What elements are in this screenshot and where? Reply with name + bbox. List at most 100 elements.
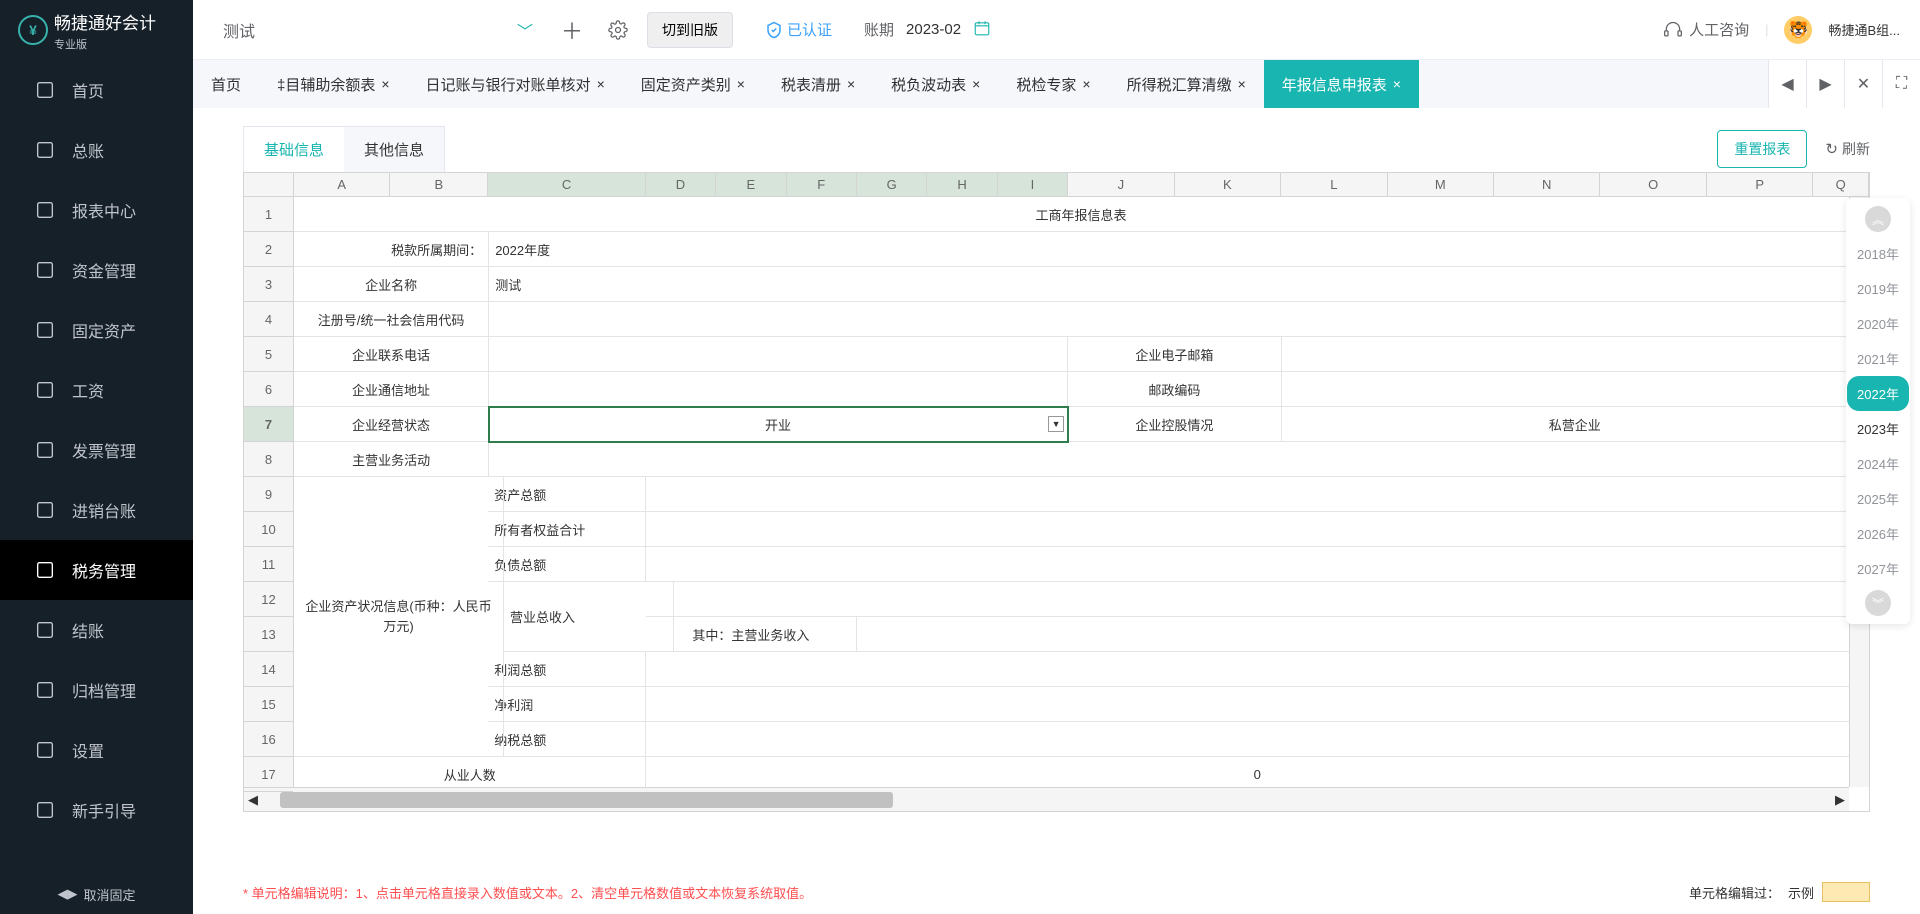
sidebar-item-9[interactable]: 结账 bbox=[0, 600, 193, 660]
sidebar-item-7[interactable]: 进销台账 bbox=[0, 480, 193, 540]
row-header-3[interactable]: 3 bbox=[244, 267, 293, 302]
col-header-G[interactable]: G bbox=[857, 173, 927, 196]
tab-next[interactable]: ▶ bbox=[1806, 60, 1844, 108]
cell[interactable] bbox=[857, 617, 1869, 652]
row-header-10[interactable]: 10 bbox=[244, 512, 293, 547]
fullscreen-icon[interactable]: ⛶ bbox=[1882, 60, 1920, 108]
cell[interactable] bbox=[646, 547, 1869, 582]
row-header-4[interactable]: 4 bbox=[244, 302, 293, 337]
col-header-N[interactable]: N bbox=[1494, 173, 1600, 196]
cell[interactable] bbox=[646, 722, 1869, 757]
col-header-D[interactable]: D bbox=[646, 173, 716, 196]
user-name[interactable]: 畅捷通B组... bbox=[1828, 20, 1900, 39]
col-header-B[interactable]: B bbox=[390, 173, 488, 196]
row-header-7[interactable]: 7 bbox=[244, 407, 293, 442]
cell[interactable] bbox=[489, 372, 1068, 407]
cell[interactable]: 工商年报信息表 bbox=[294, 197, 1869, 232]
sidebar-item-1[interactable]: 总账 bbox=[0, 120, 193, 180]
row-header-12[interactable]: 12 bbox=[244, 582, 293, 617]
row-header-1[interactable]: 1 bbox=[244, 197, 293, 232]
cell[interactable] bbox=[489, 442, 1869, 477]
col-header-K[interactable]: K bbox=[1175, 173, 1281, 196]
year-2020年[interactable]: 2020年 bbox=[1847, 306, 1909, 341]
grid-body[interactable]: 工商年报信息表税款所属期间：2022年度企业名称测试注册号/统一社会信用代码企业… bbox=[294, 197, 1869, 787]
tab-close-icon[interactable]: × bbox=[1238, 76, 1246, 92]
year-2027年[interactable]: 2027年 bbox=[1847, 551, 1909, 586]
cell[interactable] bbox=[1282, 337, 1869, 372]
cell[interactable]: 利润总额 bbox=[488, 652, 646, 687]
sidebar-item-8[interactable]: 税务管理 bbox=[0, 540, 193, 600]
tab-close-icon[interactable]: × bbox=[737, 76, 745, 92]
year-2026年[interactable]: 2026年 bbox=[1847, 516, 1909, 551]
tab-6[interactable]: 税检专家× bbox=[998, 60, 1108, 108]
year-2022年[interactable]: 2022年 bbox=[1847, 376, 1909, 411]
row-header-16[interactable]: 16 bbox=[244, 722, 293, 757]
tab-close-all[interactable]: ✕ bbox=[1844, 60, 1882, 108]
cell[interactable] bbox=[646, 582, 1869, 617]
cell[interactable] bbox=[646, 477, 1869, 512]
row-header-6[interactable]: 6 bbox=[244, 372, 293, 407]
scroll-left-icon[interactable]: ◀ bbox=[244, 792, 262, 808]
year-2023年[interactable]: 2023年 bbox=[1847, 411, 1909, 446]
tab-5[interactable]: 税负波动表× bbox=[873, 60, 998, 108]
cell[interactable]: 企业通信地址 bbox=[294, 372, 489, 407]
cell[interactable]: 企业控股情况 bbox=[1068, 407, 1281, 442]
cell[interactable] bbox=[489, 337, 1068, 372]
row-header-8[interactable]: 8 bbox=[244, 442, 293, 477]
dropdown-icon[interactable]: ▼ bbox=[1048, 416, 1064, 432]
tab-close-icon[interactable]: × bbox=[972, 76, 980, 92]
year-2024年[interactable]: 2024年 bbox=[1847, 446, 1909, 481]
subtab-basic[interactable]: 基础信息 bbox=[244, 127, 344, 172]
tab-7[interactable]: 所得税汇算清缴× bbox=[1109, 60, 1264, 108]
sidebar-item-4[interactable]: 固定资产 bbox=[0, 300, 193, 360]
hscroll-thumb[interactable] bbox=[280, 792, 893, 808]
tab-prev[interactable]: ◀ bbox=[1768, 60, 1806, 108]
col-header-J[interactable]: J bbox=[1068, 173, 1174, 196]
tab-close-icon[interactable]: × bbox=[1393, 76, 1401, 92]
unpin-sidebar[interactable]: ◀▶ 取消固定 bbox=[0, 874, 193, 914]
col-header-F[interactable]: F bbox=[787, 173, 857, 196]
tab-4[interactable]: 税表清册× bbox=[763, 60, 873, 108]
avatar[interactable]: 🐯 bbox=[1784, 16, 1812, 44]
cell[interactable]: 企业名称 bbox=[294, 267, 489, 302]
sidebar-item-0[interactable]: 首页 bbox=[0, 60, 193, 120]
subtab-other[interactable]: 其他信息 bbox=[344, 127, 444, 172]
sidebar-item-10[interactable]: 归档管理 bbox=[0, 660, 193, 720]
cell[interactable] bbox=[646, 512, 1869, 547]
row-header-17[interactable]: 17 bbox=[244, 757, 293, 792]
sidebar-item-5[interactable]: 工资 bbox=[0, 360, 193, 420]
tab-1[interactable]: ‡目辅助余额表× bbox=[259, 60, 408, 108]
horizontal-scrollbar[interactable]: ◀ ▶ bbox=[244, 787, 1849, 811]
year-2021年[interactable]: 2021年 bbox=[1847, 341, 1909, 376]
tab-close-icon[interactable]: × bbox=[1082, 76, 1090, 92]
col-header-L[interactable]: L bbox=[1281, 173, 1387, 196]
support-link[interactable]: 人工咨询 bbox=[1663, 19, 1749, 40]
cell[interactable]: 负债总额 bbox=[488, 547, 646, 582]
row-header-14[interactable]: 14 bbox=[244, 652, 293, 687]
cell[interactable]: 0 bbox=[646, 757, 1869, 787]
switch-old-version[interactable]: 切到旧版 bbox=[647, 12, 733, 48]
row-header-9[interactable]: 9 bbox=[244, 477, 293, 512]
row-header-15[interactable]: 15 bbox=[244, 687, 293, 722]
sidebar-item-3[interactable]: 资金管理 bbox=[0, 240, 193, 300]
cell[interactable] bbox=[1282, 372, 1869, 407]
col-header-M[interactable]: M bbox=[1388, 173, 1494, 196]
year-up-icon[interactable]: ︽ bbox=[1865, 206, 1891, 232]
cell[interactable]: 测试 bbox=[489, 267, 1869, 302]
cell[interactable]: 营业总收入 bbox=[504, 582, 674, 652]
col-header-E[interactable]: E bbox=[716, 173, 786, 196]
sidebar-item-12[interactable]: 新手引导 bbox=[0, 780, 193, 840]
cell[interactable]: 企业资产状况信息(币种：人民币万元) bbox=[294, 477, 504, 757]
cell[interactable]: 邮政编码 bbox=[1068, 372, 1281, 407]
row-header-13[interactable]: 13 bbox=[244, 617, 293, 652]
add-button[interactable]: ＋ bbox=[555, 13, 589, 47]
year-2019年[interactable]: 2019年 bbox=[1847, 271, 1909, 306]
cell[interactable]: 从业人数 bbox=[294, 757, 646, 787]
cell[interactable] bbox=[489, 302, 1869, 337]
cell[interactable]: 注册号/统一社会信用代码 bbox=[294, 302, 489, 337]
tab-8[interactable]: 年报信息申报表× bbox=[1264, 60, 1419, 108]
cell[interactable]: 净利润 bbox=[488, 687, 646, 722]
cell[interactable]: 所有者权益合计 bbox=[488, 512, 646, 547]
year-2025年[interactable]: 2025年 bbox=[1847, 481, 1909, 516]
calendar-icon[interactable] bbox=[973, 19, 991, 40]
